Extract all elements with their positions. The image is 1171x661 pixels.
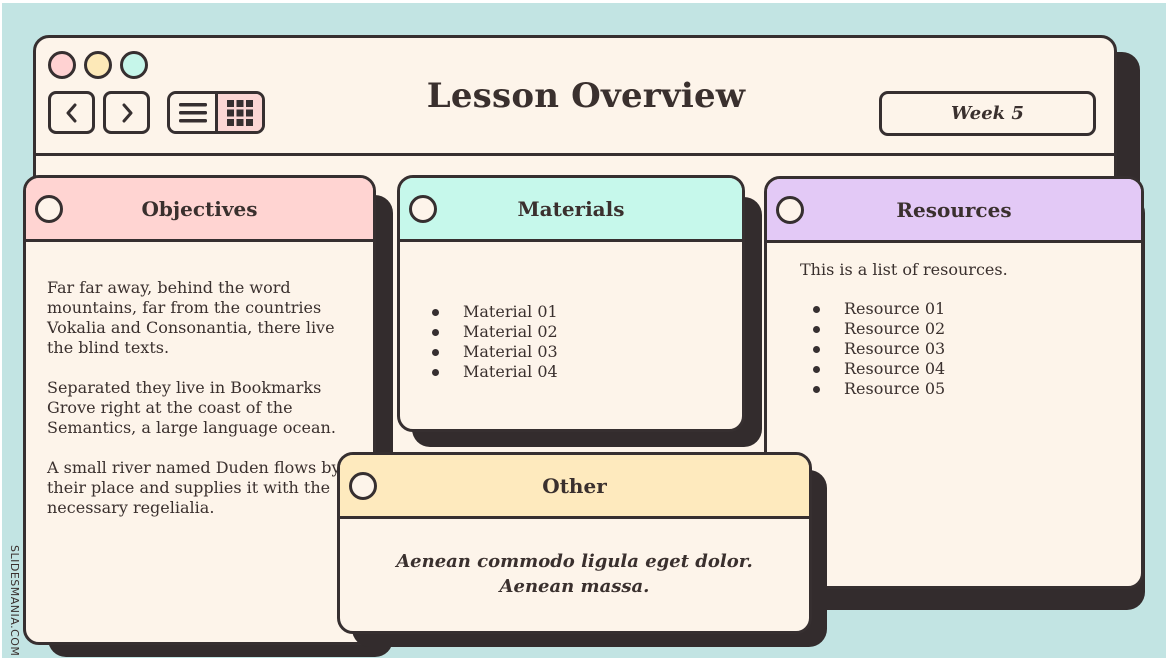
- close-dot-icon[interactable]: [48, 51, 76, 79]
- circle-icon: [349, 472, 377, 500]
- header-divider: [36, 153, 1114, 156]
- materials-title: Materials: [517, 196, 625, 221]
- materials-body: Material 01 Material 02 Material 03 Mate…: [400, 242, 742, 382]
- objectives-paragraph: Far far away, behind the word mountains,…: [47, 278, 335, 357]
- forward-button[interactable]: [103, 91, 150, 134]
- view-toggle: [167, 91, 265, 134]
- week-badge[interactable]: Week 5: [879, 91, 1096, 136]
- list-item: Resource 02: [811, 319, 1141, 339]
- list-item: Resource 03: [811, 339, 1141, 359]
- materials-card-header: Materials: [400, 178, 742, 242]
- window-controls: [48, 51, 148, 79]
- list-item: Material 03: [430, 342, 742, 362]
- chevron-left-icon: [66, 103, 76, 122]
- maximize-dot-icon[interactable]: [120, 51, 148, 79]
- objectives-paragraph: Separated they live in Bookmarks Grove r…: [47, 378, 336, 437]
- other-card: Other Aenean commodo ligula eget dolor. …: [337, 452, 812, 634]
- circle-icon: [776, 196, 804, 224]
- other-title: Other: [542, 473, 607, 498]
- resources-body: This is a list of resources. Resource 01…: [767, 243, 1141, 399]
- list-item: Resource 05: [811, 379, 1141, 399]
- resources-intro: This is a list of resources.: [800, 260, 1008, 279]
- minimize-dot-icon[interactable]: [84, 51, 112, 79]
- list-view-button[interactable]: [170, 94, 218, 131]
- objectives-paragraph: A small river named Duden flows by their…: [47, 458, 341, 517]
- other-card-header: Other: [340, 455, 809, 519]
- circle-icon: [35, 195, 63, 223]
- quote-line: Aenean commodo ligula eget dolor.: [396, 551, 753, 572]
- list-item: Resource 01: [811, 299, 1141, 319]
- quote-line: Aenean massa.: [499, 576, 650, 597]
- brand-watermark: SLIDESMANIA.COM: [8, 545, 21, 657]
- page-title: Lesson Overview: [426, 76, 746, 116]
- resources-card-header: Resources: [767, 179, 1141, 243]
- other-quote: Aenean commodo ligula eget dolor. Aenean…: [340, 519, 809, 599]
- circle-icon: [409, 195, 437, 223]
- resources-title: Resources: [896, 197, 1012, 222]
- list-item: Resource 04: [811, 359, 1141, 379]
- list-item: Material 02: [430, 322, 742, 342]
- materials-card: Materials Material 01 Material 02 Materi…: [397, 175, 745, 432]
- list-item: Material 01: [430, 302, 742, 322]
- resources-list: Resource 01 Resource 02 Resource 03 Reso…: [767, 280, 1141, 399]
- grid-view-button[interactable]: [218, 94, 262, 131]
- list-item: Material 04: [430, 362, 742, 382]
- objectives-card: Objectives Far far away, behind the word…: [23, 175, 376, 645]
- grid-icon: [227, 99, 253, 126]
- back-button[interactable]: [48, 91, 95, 134]
- list-icon: [178, 102, 207, 122]
- chevron-right-icon: [122, 103, 132, 122]
- objectives-card-header: Objectives: [26, 178, 373, 242]
- objectives-body: Far far away, behind the word mountains,…: [26, 242, 373, 518]
- objectives-title: Objectives: [141, 196, 258, 221]
- materials-list: Material 01 Material 02 Material 03 Mate…: [400, 242, 742, 382]
